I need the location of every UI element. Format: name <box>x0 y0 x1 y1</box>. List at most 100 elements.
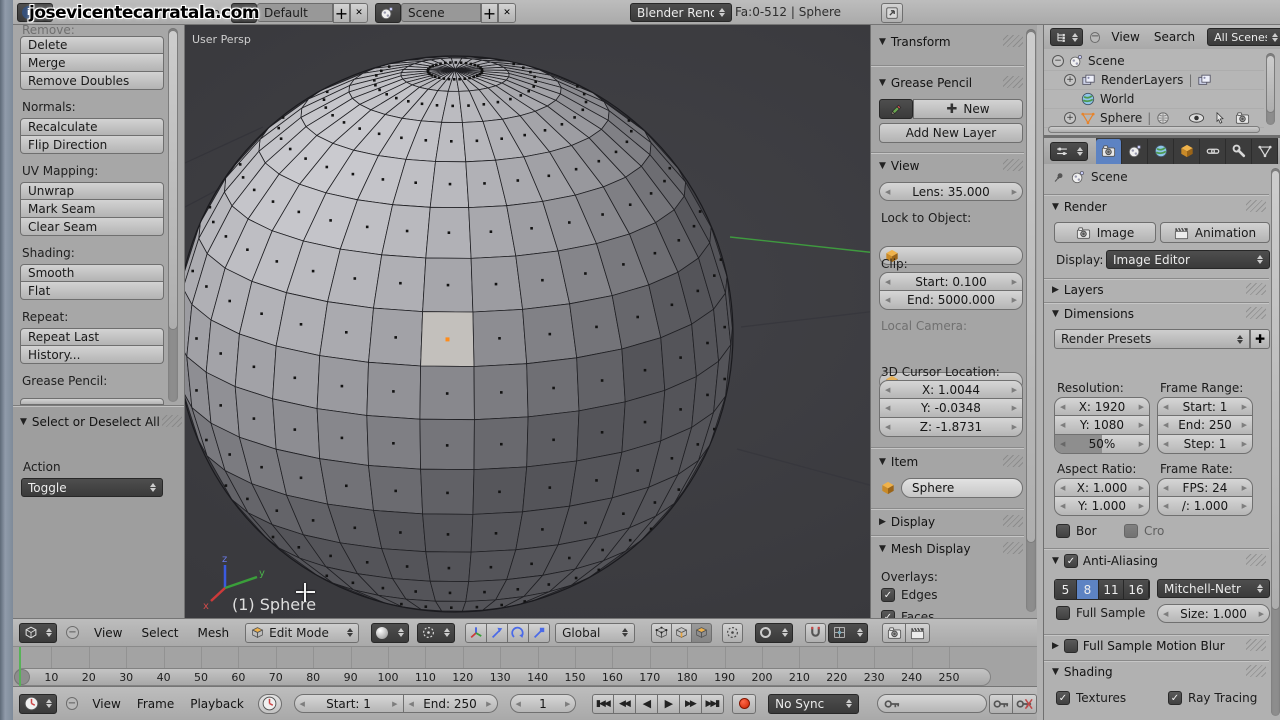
close-scene-button[interactable]: ✕ <box>498 3 516 23</box>
mesh-display-panel-header[interactable]: ▼ Mesh Display <box>879 542 971 556</box>
collapse-menus-icon[interactable]: − <box>66 626 79 639</box>
panel-grip[interactable] <box>1246 307 1266 319</box>
item-panel-header[interactable]: ▼ Item <box>879 455 918 469</box>
timeline[interactable]: 10 20 30 40 50 60 70 80 90 100 110 120 130 140 150 160 1… <box>13 646 1037 686</box>
outliner-row-renderlayers[interactable]: + RenderLayers | <box>1044 71 1264 90</box>
shelf-button-smooth[interactable]: Smooth <box>20 264 164 282</box>
menu-view[interactable]: View <box>92 697 120 711</box>
add-scene-button[interactable]: + <box>481 3 498 23</box>
slider-right-arrow[interactable]: ▶ <box>1012 423 1017 431</box>
panel-grip[interactable] <box>1246 200 1266 212</box>
slider-left-arrow[interactable]: ◀ <box>1163 502 1168 510</box>
playhead[interactable] <box>19 647 21 686</box>
slider-right-arrow[interactable]: ▶ <box>1139 403 1144 411</box>
screen-layout-field[interactable]: Default <box>257 3 333 22</box>
opengl-render-button[interactable] <box>882 622 907 643</box>
outliner-row-world[interactable]: World <box>1044 90 1264 109</box>
end-frame-field[interactable]: ◀ End: 250 ▶ <box>403 694 498 713</box>
tab-constraints[interactable] <box>1200 138 1226 164</box>
insert-keyframe-button[interactable] <box>989 693 1014 714</box>
manipulator-rotate-button[interactable] <box>508 622 530 643</box>
current-frame-field[interactable]: ◀ 1 ▶ <box>509 694 577 713</box>
slider-left-arrow[interactable]: ◀ <box>1060 403 1065 411</box>
properties-scrollbar-thumb[interactable] <box>1271 170 1280 610</box>
aspect-field-0[interactable]: ◀ X: 1.000 ▶ <box>1054 478 1150 497</box>
menu-search[interactable]: Search <box>1154 30 1195 44</box>
collapse-menus-icon[interactable]: − <box>1090 31 1101 43</box>
sync-select[interactable]: No Sync <box>768 693 859 714</box>
faces-checkbox-row[interactable]: ✓ Faces <box>881 610 934 618</box>
cursor-field-2[interactable]: ◀ Z: -1.8731 ▶ <box>879 418 1023 437</box>
close-layout-button[interactable]: ✕ <box>350 3 368 23</box>
aspect-field-1[interactable]: ◀ Y: 1.000 ▶ <box>1054 497 1150 516</box>
delete-keyframe-button[interactable] <box>1013 693 1038 714</box>
clip-field-1[interactable]: ◀ End: 5000.000 ▶ <box>879 291 1023 310</box>
transform-panel-header[interactable]: ▼ Transform <box>879 35 951 49</box>
antialiasing-checkbox[interactable]: ✓ <box>1063 554 1078 568</box>
npanel-scrollbar-thumb[interactable] <box>1026 31 1036 543</box>
use-preview-range-button[interactable] <box>257 693 282 714</box>
resolution-field-0[interactable]: ◀ X: 1920 ▶ <box>1054 397 1150 416</box>
grease-pencil-draw-button[interactable] <box>879 99 913 119</box>
aa-size-slider[interactable]: ◀ Size: 1.000 ▶ <box>1157 604 1270 623</box>
slider-left-arrow[interactable]: ◀ <box>885 423 890 431</box>
slider-right-arrow[interactable]: ▶ <box>1012 296 1017 304</box>
opengl-anim-button[interactable] <box>906 622 931 643</box>
scene-field[interactable]: Scene <box>401 3 481 22</box>
outliner-hscrollbar[interactable] <box>1048 126 1260 133</box>
snap-element-select[interactable] <box>828 622 869 643</box>
shading-panel-header[interactable]: ▼ Shading <box>1052 665 1113 679</box>
jump-to-end-button[interactable]: ▶▶▮ <box>702 693 725 714</box>
slider-left-arrow[interactable]: ◀ <box>1060 502 1065 510</box>
shelf-button-history-[interactable]: History... <box>20 346 164 364</box>
jump-to-start-button[interactable]: ▮◀◀ <box>592 693 615 714</box>
panel-grip[interactable] <box>1246 639 1266 651</box>
tab-scene[interactable] <box>1122 138 1148 164</box>
cursor-field-1[interactable]: ◀ Y: -0.0348 ▶ <box>879 399 1023 418</box>
edges-checkbox-row[interactable]: ✓ Edges <box>881 588 937 602</box>
operator-panel-header[interactable]: ▼ Select or Deselect All <box>20 415 160 429</box>
tab-world[interactable] <box>1148 138 1174 164</box>
collapse-menus-icon[interactable]: − <box>65 697 79 710</box>
slider-right-arrow[interactable]: ▶ <box>1242 440 1247 448</box>
slider-right-arrow[interactable]: ▶ <box>1012 386 1017 394</box>
shelf-button-merge[interactable]: Merge <box>20 54 164 72</box>
textures-checkbox-row[interactable]: ✓ Textures <box>1056 691 1126 705</box>
slider-right-arrow[interactable]: ▶ <box>1012 188 1017 196</box>
faces-checkbox[interactable]: ✓ <box>881 610 895 618</box>
slider-left-arrow[interactable]: ◀ <box>1163 484 1168 492</box>
slider-left-arrow[interactable]: ◀ <box>885 404 890 412</box>
lens-slider[interactable]: ◀ Lens: 35.000 ▶ <box>879 182 1023 201</box>
panel-grip[interactable] <box>1246 554 1266 566</box>
play-button[interactable]: ▶ <box>658 693 681 714</box>
shelf-button-mark-seam[interactable]: Mark Seam <box>20 200 164 218</box>
border-checkbox-row[interactable]: Bor <box>1056 524 1097 538</box>
slider-right-arrow[interactable]: ▶ <box>1012 278 1017 286</box>
ptr-icon[interactable] <box>1214 111 1226 125</box>
border-checkbox[interactable] <box>1056 524 1070 538</box>
shelf-button-unwrap[interactable]: Unwrap <box>20 182 164 200</box>
slider-left-arrow[interactable]: ◀ <box>409 700 414 708</box>
panel-grip[interactable] <box>1246 665 1266 677</box>
slider-right-arrow[interactable]: ▶ <box>1242 502 1247 510</box>
motion-blur-panel-header[interactable]: ▶ Full Sample Motion Blur <box>1052 639 1225 653</box>
display-panel-header[interactable]: ▶ Display <box>879 515 935 529</box>
dimensions-panel-header[interactable]: ▼ Dimensions <box>1052 307 1134 321</box>
aa-samples-8[interactable]: 8 <box>1077 580 1099 599</box>
edge-select-button[interactable] <box>672 622 693 643</box>
face-select-button[interactable] <box>692 622 713 643</box>
view-panel-header[interactable]: ▼ View <box>879 159 919 173</box>
keying-set-field[interactable] <box>876 694 988 713</box>
mode-select[interactable]: Edit Mode <box>245 622 360 643</box>
slider-left-arrow[interactable]: ◀ <box>1060 484 1065 492</box>
play-reverse-button[interactable]: ◀ <box>636 693 659 714</box>
start-frame-field[interactable]: ◀ Start: 1 ▶ <box>293 694 404 713</box>
grease-pencil-panel-header[interactable]: ▼ Grease Pencil <box>879 76 972 90</box>
collapse-icon[interactable]: − <box>1052 55 1064 67</box>
slider-left-arrow[interactable]: ◀ <box>1163 440 1168 448</box>
tab-data[interactable] <box>1252 138 1278 164</box>
motion-blur-checkbox[interactable] <box>1063 639 1078 653</box>
limit-to-visible-button[interactable] <box>722 622 744 643</box>
outliner-scrollbar-thumb[interactable] <box>1266 55 1275 113</box>
panel-grip[interactable] <box>1003 455 1023 467</box>
